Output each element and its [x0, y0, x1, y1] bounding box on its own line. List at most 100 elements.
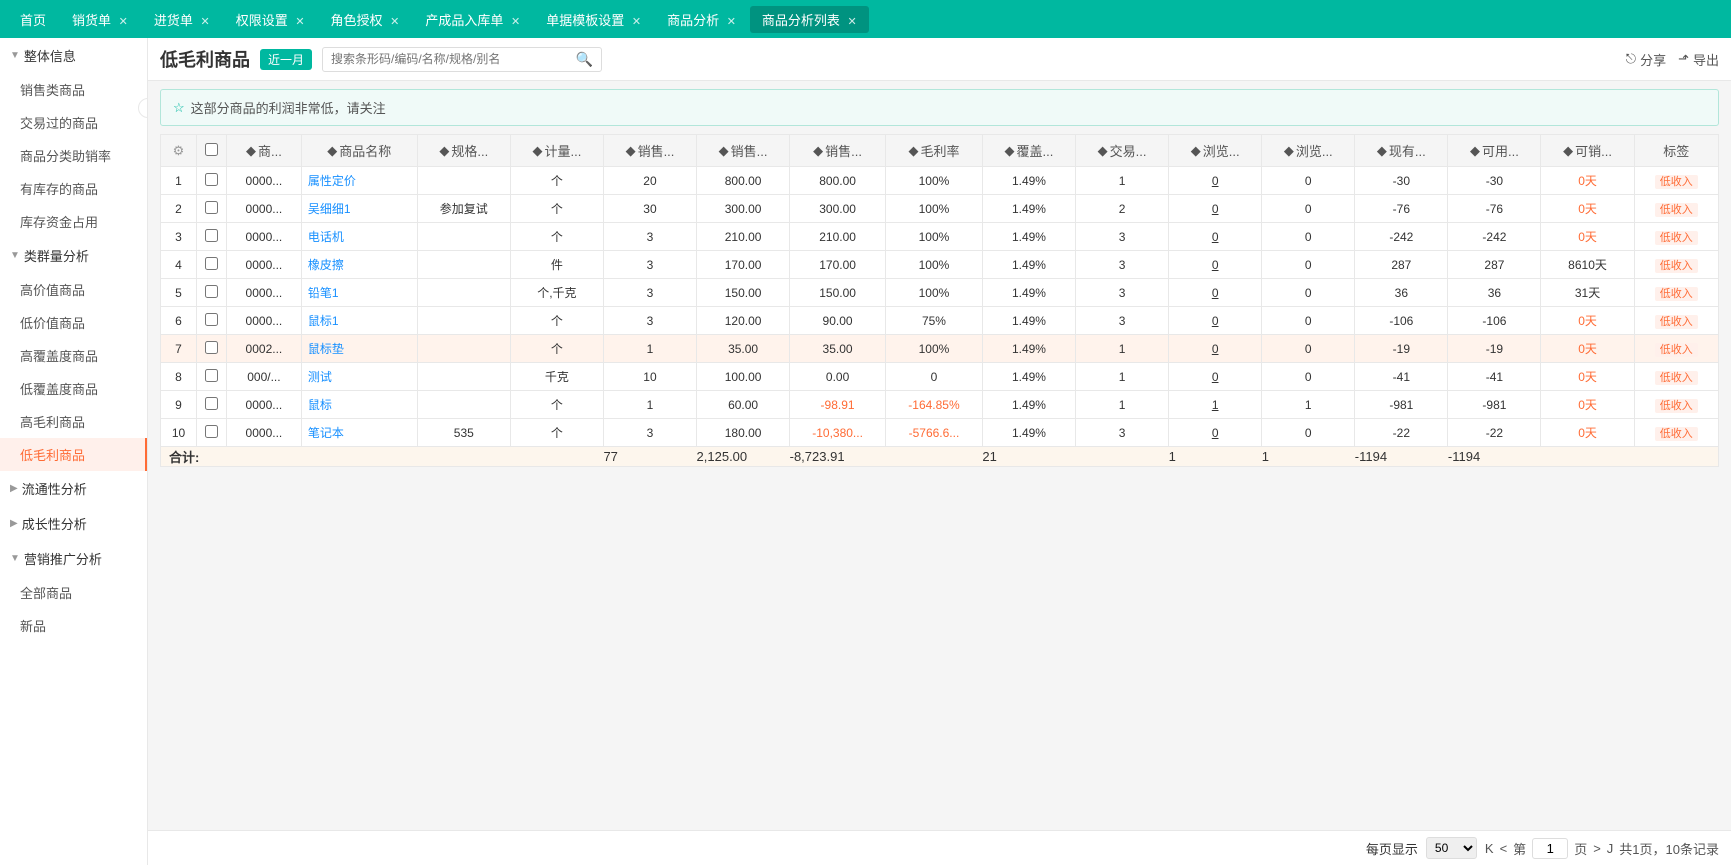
row-name[interactable]: 铅笔1 — [301, 279, 417, 307]
row-select-checkbox[interactable] — [205, 229, 218, 242]
next-page-btn[interactable]: > — [1593, 841, 1601, 856]
nav-product-analysis[interactable]: 商品分析 ✕ — [655, 6, 748, 33]
col-sales-amt[interactable]: ◆销售... — [790, 135, 886, 167]
select-all-checkbox[interactable] — [205, 143, 218, 156]
col-settings[interactable]: ⚙ — [161, 135, 197, 167]
col-code[interactable]: ◆商... — [227, 135, 302, 167]
nav-sales[interactable]: 销货单 ✕ — [60, 6, 140, 33]
row-select-checkbox[interactable] — [205, 397, 218, 410]
filter-tag-recent[interactable]: 近一月 — [260, 49, 312, 70]
row-browse[interactable]: 0 — [1169, 419, 1262, 447]
row-checkbox[interactable] — [197, 251, 227, 279]
nav-purchase[interactable]: 进货单 ✕ — [142, 6, 222, 33]
row-browse[interactable]: 0 — [1169, 363, 1262, 391]
nav-product-analysis-close[interactable]: ✕ — [727, 16, 736, 28]
row-name[interactable]: 鼠标1 — [301, 307, 417, 335]
row-checkbox[interactable] — [197, 307, 227, 335]
row-select-checkbox[interactable] — [205, 257, 218, 270]
col-browse1[interactable]: ◆浏览... — [1169, 135, 1262, 167]
row-checkbox[interactable] — [197, 419, 227, 447]
col-coverage[interactable]: ◆覆盖... — [982, 135, 1075, 167]
row-select-checkbox[interactable] — [205, 201, 218, 214]
sidebar-item-stock-capital[interactable]: 库存资金占用 — [0, 205, 147, 238]
sidebar-item-traded-goods[interactable]: 交易过的商品 — [0, 106, 147, 139]
col-unit[interactable]: ◆计量... — [510, 135, 603, 167]
sidebar-item-high-profit[interactable]: 高毛利商品 — [0, 405, 147, 438]
col-name[interactable]: ◆商品名称 — [301, 135, 417, 167]
row-checkbox[interactable] — [197, 167, 227, 195]
nav-sales-close[interactable]: ✕ — [119, 16, 128, 28]
nav-template[interactable]: 单据模板设置 ✕ — [534, 6, 653, 33]
search-icon[interactable]: 🔍 — [576, 51, 593, 68]
nav-role-close[interactable]: ✕ — [390, 16, 399, 28]
row-browse[interactable]: 0 — [1169, 167, 1262, 195]
row-select-checkbox[interactable] — [205, 369, 218, 382]
sidebar-item-all-goods[interactable]: 全部商品 — [0, 576, 147, 609]
prev-page-btn[interactable]: < — [1500, 841, 1508, 856]
row-name[interactable]: 笔记本 — [301, 419, 417, 447]
row-select-checkbox[interactable] — [205, 313, 218, 326]
row-browse[interactable]: 1 — [1169, 391, 1262, 419]
col-can-sell[interactable]: ◆可销... — [1541, 135, 1634, 167]
row-browse[interactable]: 0 — [1169, 307, 1262, 335]
sidebar-group-cluster[interactable]: ▼ 类群量分析 — [0, 238, 147, 273]
sidebar-item-category-rate[interactable]: 商品分类助销率 — [0, 139, 147, 172]
nav-product-entry[interactable]: 产成品入库单 ✕ — [413, 6, 532, 33]
nav-product-analysis-list[interactable]: 商品分析列表 ✕ — [750, 6, 869, 33]
nav-home[interactable]: 首页 — [8, 6, 58, 33]
settings-icon[interactable]: ⚙ — [173, 143, 185, 158]
row-name[interactable]: 属性定价 — [301, 167, 417, 195]
sidebar-group-growth[interactable]: ▶ 成长性分析 — [0, 506, 147, 541]
sidebar-group-marketing[interactable]: ▼ 营销推广分析 — [0, 541, 147, 576]
nav-product-entry-close[interactable]: ✕ — [511, 16, 520, 28]
col-spec[interactable]: ◆规格... — [417, 135, 510, 167]
col-qty[interactable]: ◆销售... — [603, 135, 696, 167]
row-name[interactable]: 鼠标垫 — [301, 335, 417, 363]
row-name[interactable]: 电话机 — [301, 223, 417, 251]
row-checkbox[interactable] — [197, 223, 227, 251]
row-select-checkbox[interactable] — [205, 425, 218, 438]
col-browse2[interactable]: ◆浏览... — [1262, 135, 1355, 167]
col-price[interactable]: ◆销售... — [697, 135, 790, 167]
row-checkbox[interactable] — [197, 363, 227, 391]
first-page-btn[interactable]: K — [1485, 841, 1494, 856]
row-browse[interactable]: 0 — [1169, 251, 1262, 279]
sidebar-item-in-stock[interactable]: 有库存的商品 — [0, 172, 147, 205]
page-size-select[interactable]: 50 100 200 — [1426, 837, 1477, 859]
sidebar-item-low-value[interactable]: 低价值商品 — [0, 306, 147, 339]
row-checkbox[interactable] — [197, 335, 227, 363]
sidebar-item-low-profit[interactable]: 低毛利商品 — [0, 438, 147, 471]
row-browse[interactable]: 0 — [1169, 195, 1262, 223]
row-name[interactable]: 橡皮擦 — [301, 251, 417, 279]
col-checkbox[interactable] — [197, 135, 227, 167]
page-input[interactable] — [1532, 838, 1568, 859]
row-name[interactable]: 吴细细1 — [301, 195, 417, 223]
search-input[interactable] — [331, 52, 570, 66]
sidebar-item-high-coverage[interactable]: 高覆盖度商品 — [0, 339, 147, 372]
row-select-checkbox[interactable] — [205, 341, 218, 354]
nav-purchase-close[interactable]: ✕ — [200, 16, 209, 28]
row-browse[interactable]: 0 — [1169, 279, 1262, 307]
sidebar-item-sales-goods[interactable]: 销售类商品 — [0, 73, 147, 106]
nav-product-analysis-list-close[interactable]: ✕ — [848, 16, 857, 28]
sidebar-group-overall[interactable]: ▼ 整体信息 — [0, 38, 147, 73]
row-browse[interactable]: 0 — [1169, 223, 1262, 251]
col-gross-pct[interactable]: ◆毛利率 — [886, 135, 983, 167]
nav-role[interactable]: 角色授权 ✕ — [319, 6, 412, 33]
row-checkbox[interactable] — [197, 391, 227, 419]
search-box[interactable]: 🔍 — [322, 47, 602, 72]
sidebar-item-high-value[interactable]: 高价值商品 — [0, 273, 147, 306]
row-browse[interactable]: 0 — [1169, 335, 1262, 363]
last-page-btn[interactable]: J — [1607, 841, 1614, 856]
nav-template-close[interactable]: ✕ — [632, 16, 641, 28]
sidebar-item-low-coverage[interactable]: 低覆盖度商品 — [0, 372, 147, 405]
row-checkbox[interactable] — [197, 279, 227, 307]
row-select-checkbox[interactable] — [205, 285, 218, 298]
nav-permission[interactable]: 权限设置 ✕ — [224, 6, 317, 33]
col-trade[interactable]: ◆交易... — [1076, 135, 1169, 167]
col-tag[interactable]: 标签 — [1634, 135, 1718, 167]
col-stock[interactable]: ◆现有... — [1355, 135, 1448, 167]
sidebar-group-circulation[interactable]: ▶ 流通性分析 — [0, 471, 147, 506]
sidebar-item-new-goods[interactable]: 新品 — [0, 609, 147, 642]
row-checkbox[interactable] — [197, 195, 227, 223]
